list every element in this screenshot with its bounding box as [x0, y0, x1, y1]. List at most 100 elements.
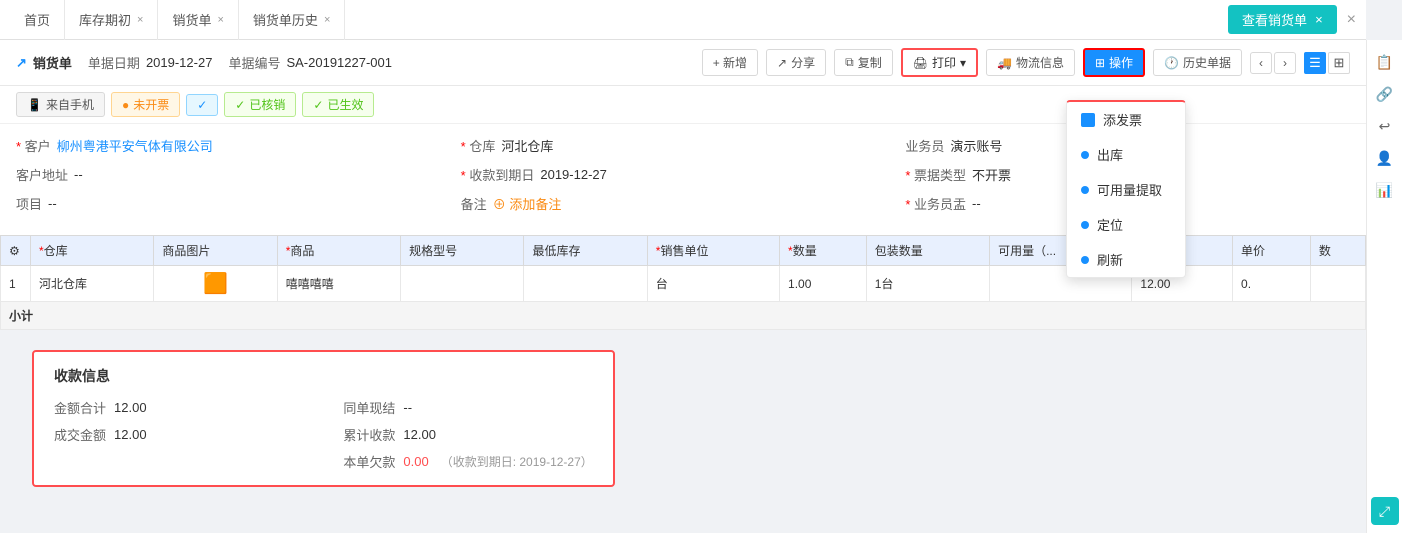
employee2-label: 业务员盂	[905, 194, 966, 213]
row-no: 1	[1, 266, 31, 302]
overdue-hint: （收款到期日: 2019-12-27）	[441, 453, 593, 470]
add-invoice-item[interactable]: 添发票	[1067, 102, 1185, 137]
check-icon: ✓	[197, 98, 207, 112]
subtotal-label: 小计	[1, 302, 1366, 330]
sidebar-doc-icon[interactable]: 📋	[1371, 48, 1399, 76]
row-price: 0.	[1233, 266, 1311, 302]
tab-inventory[interactable]: 库存期初 ×	[65, 0, 158, 40]
logistics-icon: 🚚	[997, 56, 1012, 70]
row-image: 🟧	[154, 266, 277, 302]
overdue-label: 本单欠款	[343, 452, 395, 471]
tab-sales-label: 销货单	[172, 10, 211, 29]
phone-badge[interactable]: 📱 来自手机	[16, 92, 105, 117]
warehouse-label: 仓库	[461, 136, 496, 155]
sidebar-chart-icon[interactable]: 📊	[1371, 176, 1399, 204]
right-sidebar: 📋 🔗 ↩ 👤 📊 ⤢	[1366, 40, 1402, 533]
available-dot	[1081, 186, 1089, 194]
total-amount-field: 金额合计 12.00	[54, 398, 303, 417]
invoice-label: 票据类型	[905, 165, 966, 184]
list-view-button[interactable]: ☰	[1304, 52, 1326, 74]
window-close-icon[interactable]: ×	[1347, 11, 1356, 29]
close-history-icon[interactable]: ×	[324, 14, 330, 26]
sidebar-user-icon[interactable]: 👤	[1371, 144, 1399, 172]
doc-type-icon: ↗	[16, 55, 27, 71]
print-button[interactable]: 🖨 打印 ▾	[901, 48, 978, 77]
due-date-label: 收款到期日	[461, 165, 535, 184]
row-qty: 1.00	[780, 266, 867, 302]
tab-view-sales-button[interactable]: 查看销货单 ×	[1228, 5, 1337, 34]
tab-sales[interactable]: 销货单 ×	[158, 0, 238, 40]
overdue-field: 本单欠款 0.00 （收款到期日: 2019-12-27）	[343, 452, 592, 471]
effective-icon: ✓	[313, 98, 323, 112]
cancelled-icon: ✓	[235, 98, 245, 112]
customer-field: 客户 柳州粤港平安气体有限公司	[16, 136, 461, 155]
print-dropdown-icon: ▾	[960, 56, 966, 70]
tab-home[interactable]: 首页	[10, 0, 65, 40]
row-min-stock	[524, 266, 647, 302]
ops-icon: ⊞	[1095, 56, 1105, 70]
check-badge[interactable]: ✓	[186, 94, 218, 116]
print-icon: 🖨	[913, 56, 928, 70]
add-icon: ⊕	[493, 197, 506, 212]
refresh-item[interactable]: 刷新	[1067, 242, 1185, 277]
due-date-field: 收款到期日 2019-12-27	[461, 165, 906, 184]
add-invoice-label: 添发票	[1103, 110, 1142, 129]
row-warehouse: 河北仓库	[31, 266, 154, 302]
total-amount-value: 12.00	[114, 400, 147, 415]
payment-section: 收款信息 金额合计 12.00 同单现结 -- 成交金额 12.00	[32, 350, 615, 487]
ticket-icon: ●	[122, 98, 129, 112]
close-view-icon[interactable]: ×	[1315, 12, 1323, 27]
sidebar-reply-icon[interactable]: ↩	[1371, 112, 1399, 140]
deal-amount-field: 成交金额 12.00	[54, 425, 303, 444]
share-button[interactable]: ↗ 分享	[766, 49, 826, 76]
outbound-item[interactable]: 出库	[1067, 137, 1185, 172]
cumulative-label: 累计收款	[343, 425, 395, 444]
total-amount-label: 金额合计	[54, 398, 106, 417]
phone-badge-label: 来自手机	[46, 96, 94, 113]
history-records-button[interactable]: 🕐 历史单据	[1153, 49, 1242, 76]
warehouse-value: 河北仓库	[501, 136, 553, 155]
close-inventory-icon[interactable]: ×	[137, 14, 143, 26]
operations-dropdown: 添发票 出库 可用量提取 定位 刷新	[1066, 100, 1186, 278]
address-value: --	[74, 167, 83, 182]
customer-label: 客户	[16, 136, 51, 155]
customer-value[interactable]: 柳州粤港平安气体有限公司	[57, 136, 213, 155]
sidebar-link-icon[interactable]: 🔗	[1371, 80, 1399, 108]
product-image: 🟧	[203, 273, 228, 295]
deal-amount-label: 成交金额	[54, 425, 106, 444]
logistics-button[interactable]: 🚚 物流信息	[986, 49, 1075, 76]
add-remark-button[interactable]: ⊕ 添加备注	[493, 194, 562, 213]
outbound-dot	[1081, 151, 1089, 159]
operations-button-label: 操作	[1109, 54, 1133, 71]
settlement-label: 同单现结	[343, 398, 395, 417]
employee2-value: --	[972, 196, 981, 211]
doc-header: ↗ 销货单 单据日期 2019-12-27 单据编号 SA-20191227-0…	[0, 40, 1366, 86]
new-button[interactable]: + 新增	[702, 49, 758, 76]
ticket-badge[interactable]: ● 未开票	[111, 92, 180, 117]
operations-button[interactable]: ⊞ 操作	[1083, 48, 1145, 77]
history-icon: 🕐	[1164, 56, 1179, 70]
address-label: 客户地址	[16, 165, 68, 184]
copy-button[interactable]: ⧉ 复制	[834, 49, 893, 76]
tab-history[interactable]: 销货单历史 ×	[239, 0, 345, 40]
warehouse-field: 仓库 河北仓库	[461, 136, 906, 155]
settlement-value: --	[403, 400, 412, 415]
cancelled-badge[interactable]: ✓ 已核销	[224, 92, 296, 117]
project-value: --	[48, 196, 57, 211]
locate-item[interactable]: 定位	[1067, 207, 1185, 242]
sidebar-expand-icon[interactable]: ⤢	[1371, 497, 1399, 525]
prev-arrow[interactable]: ‹	[1250, 52, 1272, 74]
grid-view-button[interactable]: ⊞	[1328, 52, 1350, 74]
col-warehouse: *仓库	[31, 236, 154, 266]
due-date-value: 2019-12-27	[540, 167, 607, 182]
available-extract-item[interactable]: 可用量提取	[1067, 172, 1185, 207]
outbound-label: 出库	[1097, 145, 1123, 164]
refresh-dot	[1081, 256, 1089, 264]
effective-badge[interactable]: ✓ 已生效	[302, 92, 374, 117]
project-field: 项目 --	[16, 194, 461, 213]
phone-icon: 📱	[27, 98, 42, 112]
doc-type-label: 销货单	[33, 53, 72, 72]
next-arrow[interactable]: ›	[1274, 52, 1296, 74]
close-sales-icon[interactable]: ×	[217, 14, 223, 26]
locate-dot	[1081, 221, 1089, 229]
